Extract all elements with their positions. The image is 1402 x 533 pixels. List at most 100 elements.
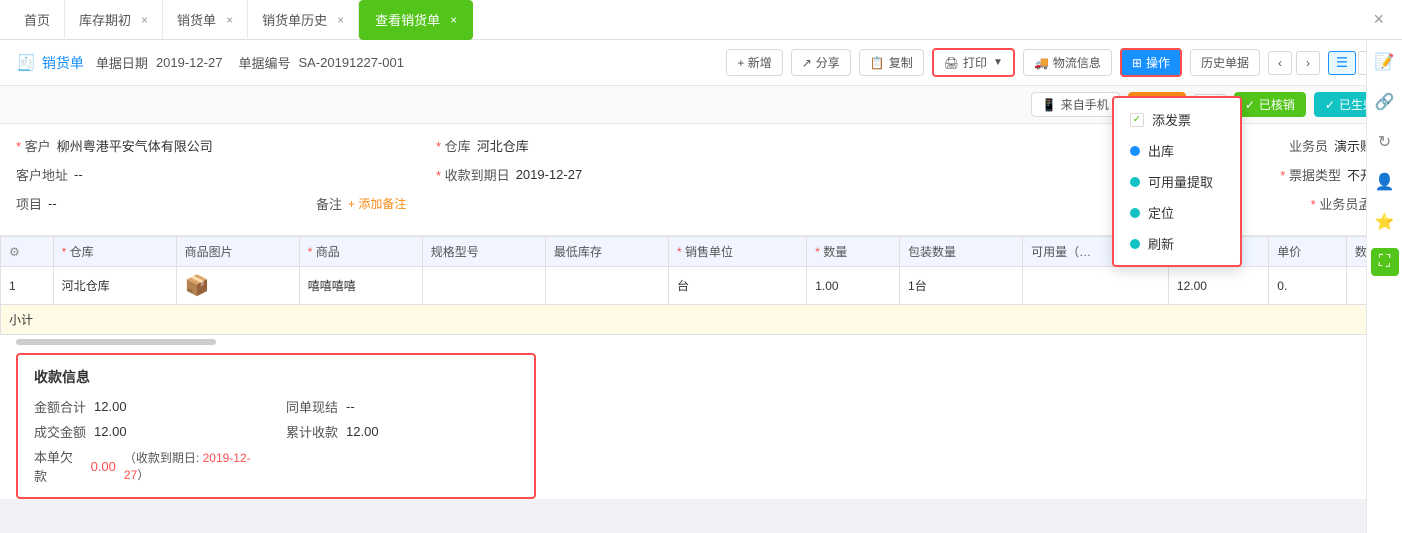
tab-close-history[interactable]: × <box>337 13 344 27</box>
nav-arrows: ‹ › <box>1268 51 1320 75</box>
note-label: 备注 <box>316 194 342 213</box>
row-quantity: 1.00 <box>807 267 900 305</box>
payment-date-label: 收款到期日 <box>436 165 510 184</box>
sidebar-link-icon[interactable]: 🔗 <box>1371 88 1399 116</box>
dropdown-out-stock[interactable]: 出库 <box>1114 135 1240 166</box>
project-label: 项目 <box>16 194 42 213</box>
customer-label: 客户 <box>16 136 51 155</box>
tab-bar: 首页 库存期初 × 销货单 × 销货单历史 × 查看销货单 × × <box>0 0 1402 40</box>
row-image: 📦 <box>176 267 299 305</box>
row-available <box>1023 267 1169 305</box>
operate-dropdown: ✓ 添发票 出库 可用量提取 定位 刷新 <box>1112 96 1242 267</box>
row-num: 1 <box>1 267 54 305</box>
col-warehouse: * 仓库 <box>53 237 176 267</box>
sidebar-edit-icon[interactable]: 📝 <box>1371 48 1399 76</box>
cumulative-item: 累计收款 12.00 <box>286 422 518 441</box>
address-label: 客户地址 <box>16 165 68 184</box>
tab-view-sales[interactable]: 查看销货单 × <box>359 0 473 40</box>
window-close-button[interactable]: × <box>1365 9 1392 30</box>
logistics-button[interactable]: 🚚 物流信息 <box>1023 49 1112 76</box>
dot-teal-icon-2 <box>1130 208 1140 218</box>
col-product: * 商品 <box>299 237 422 267</box>
dot-teal-icon-1 <box>1130 177 1140 187</box>
payment-grid: 金额合计 12.00 同单现结 -- 成交金额 12.00 累计收款 12.00… <box>34 397 518 485</box>
table-row: 1 河北仓库 📦 嘻嘻嘻嘻 台 1.00 1台 12.00 0. <box>1 267 1402 305</box>
table-scrollbar[interactable] <box>16 339 1386 345</box>
col-settings[interactable]: ⚙ <box>1 237 54 267</box>
dropdown-available-qty[interactable]: 可用量提取 <box>1114 166 1240 197</box>
tab-home[interactable]: 首页 <box>10 0 65 40</box>
row-product: 嘻嘻嘻嘻 <box>299 267 422 305</box>
row-unit-price: 0. <box>1269 267 1347 305</box>
share-button[interactable]: ↗ 分享 <box>791 49 851 76</box>
transaction-amount-item: 成交金额 12.00 <box>34 422 266 441</box>
project-value: -- <box>48 196 57 211</box>
col-pack-qty: 包装数量 <box>900 237 1023 267</box>
project-field: 项目 -- <box>16 194 296 213</box>
print-button[interactable]: 🖨 打印 ▼ <box>932 48 1015 77</box>
row-sales-unit: 台 <box>668 267 806 305</box>
col-sales-unit: * 销售单位 <box>668 237 806 267</box>
doc-date-label: 单据日期 2019-12-27 <box>96 53 223 72</box>
row-pack-qty: 1台 <box>900 267 1023 305</box>
col-quantity: * 数量 <box>807 237 900 267</box>
address-field: 客户地址 -- <box>16 165 416 184</box>
note-field: 备注 + 添加备注 <box>316 194 596 213</box>
col-spec: 规格型号 <box>422 237 545 267</box>
current-owed-item: 本单欠款 0.00 （收款到期日: 2019-12-27） <box>34 447 266 485</box>
row-warehouse: 河北仓库 <box>53 267 176 305</box>
tab-sales-order[interactable]: 销货单 × <box>163 0 248 40</box>
dropdown-add-invoice[interactable]: ✓ 添发票 <box>1114 104 1240 135</box>
nav-prev[interactable]: ‹ <box>1268 51 1292 75</box>
subtotal-label: 小计 <box>1 305 1402 335</box>
tab-close-inventory[interactable]: × <box>141 13 148 27</box>
address-value: -- <box>74 167 83 182</box>
row-current-stock: 12.00 <box>1168 267 1268 305</box>
dot-teal-icon-3 <box>1130 239 1140 249</box>
sidebar-expand-icon[interactable]: ⛶ <box>1371 248 1399 276</box>
subtotal-row: 小计 <box>1 305 1402 335</box>
nav-next[interactable]: › <box>1296 51 1320 75</box>
payment-date-value: 2019-12-27 <box>516 167 583 182</box>
customer-value: 柳州粤港平安气体有限公司 <box>57 136 213 155</box>
payment-title: 收款信息 <box>34 367 518 387</box>
dot-blue-icon <box>1130 146 1140 156</box>
ticket-type-label: 票据类型 <box>1280 165 1341 184</box>
col-unit-price: 单价 <box>1269 237 1347 267</box>
doc-meta: 单据日期 2019-12-27 单据编号 SA-20191227-001 <box>96 53 404 72</box>
header-actions: + 新增 ↗ 分享 📋 复制 🖨 打印 ▼ 🚚 物流信息 <box>726 48 1386 77</box>
customer-field: 客户 柳州粤港平安气体有限公司 <box>16 136 416 155</box>
checkbox-icon: ✓ <box>1130 113 1144 127</box>
payment-date-field: 收款到期日 2019-12-27 <box>436 165 836 184</box>
add-note-button[interactable]: + 添加备注 <box>348 195 406 212</box>
header-bar: 🧾 销货单 单据日期 2019-12-27 单据编号 SA-20191227-0… <box>0 40 1402 86</box>
dropdown-locate[interactable]: 定位 <box>1114 197 1240 228</box>
tab-close-view[interactable]: × <box>450 13 457 27</box>
cancelled-button[interactable]: ✓ 已核销 <box>1234 92 1306 117</box>
dropdown-refresh[interactable]: 刷新 <box>1114 228 1240 259</box>
row-spec <box>422 267 545 305</box>
sidebar-star-icon[interactable]: ⭐ <box>1371 208 1399 236</box>
staff-label: 业务员 <box>1289 136 1328 155</box>
warehouse-field: 仓库 河北仓库 <box>436 136 836 155</box>
tab-inventory-init[interactable]: 库存期初 × <box>65 0 163 40</box>
warehouse-label: 仓库 <box>436 136 471 155</box>
warehouse-value: 河北仓库 <box>477 136 529 155</box>
sidebar-person-icon[interactable]: 👤 <box>1371 168 1399 196</box>
new-button[interactable]: + 新增 <box>726 49 782 76</box>
history-button[interactable]: 历史单据 <box>1190 49 1260 76</box>
operate-button[interactable]: ⊞ 操作 <box>1120 48 1182 77</box>
sidebar-refresh-icon[interactable]: ↻ <box>1371 128 1399 156</box>
tab-close-sales[interactable]: × <box>226 13 233 27</box>
view-list[interactable]: ☰ <box>1328 51 1356 75</box>
tab-sales-history[interactable]: 销货单历史 × <box>248 0 359 40</box>
row-min-stock <box>545 267 668 305</box>
doc-type-title: 🧾 销货单 <box>16 53 84 73</box>
staff2-label: 业务员孟 <box>1311 194 1372 213</box>
same-settlement-item: 同单现结 -- <box>286 397 518 416</box>
doc-number-label: 单据编号 SA-20191227-001 <box>238 53 404 72</box>
doc-type-icon: 🧾 <box>16 53 36 73</box>
from-phone-button[interactable]: 📱 来自手机 <box>1031 92 1120 117</box>
copy-button[interactable]: 📋 复制 <box>859 49 924 76</box>
col-min-stock: 最低库存 <box>545 237 668 267</box>
